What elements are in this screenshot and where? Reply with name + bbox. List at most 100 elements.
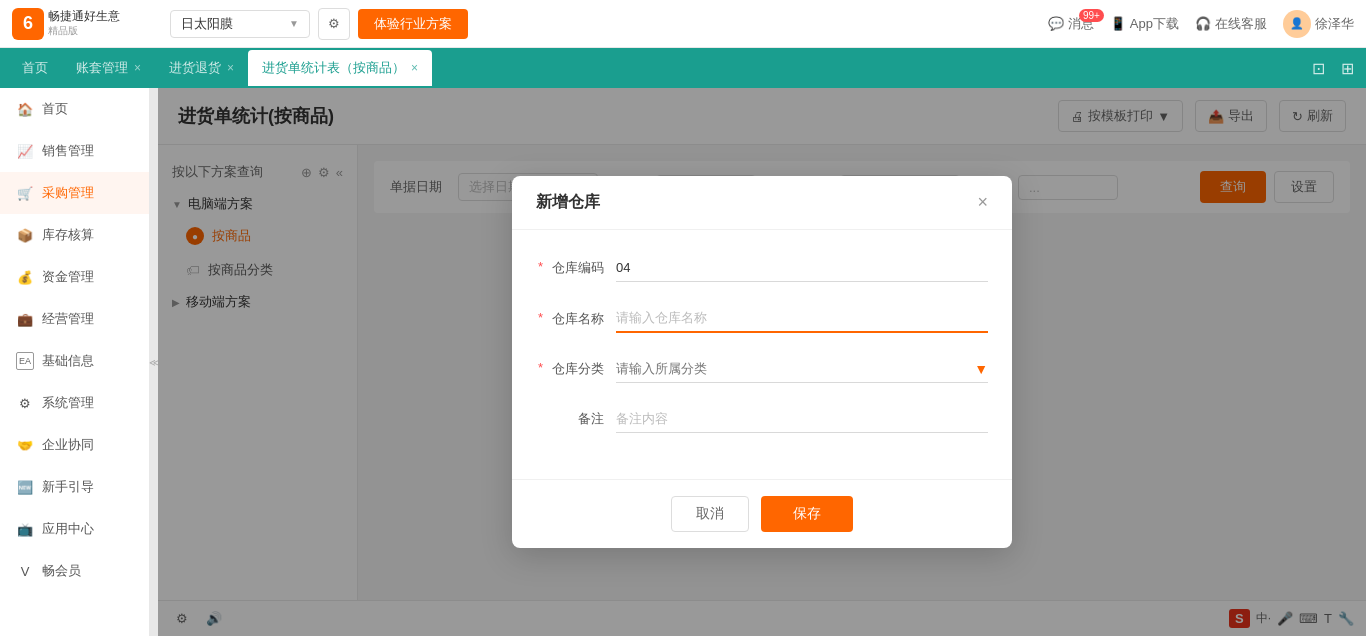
tab-account-close[interactable]: × [134, 61, 141, 75]
sidebar-item-purchase[interactable]: 🛒 采购管理 [0, 172, 149, 214]
guide-icon: 🆕 [16, 478, 34, 496]
form-row-category: 仓库分类 ▼ [536, 355, 988, 383]
tab-home[interactable]: 首页 [8, 50, 62, 86]
sidebar-item-home[interactable]: 🏠 首页 [0, 88, 149, 130]
top-header: 6 畅捷通好生意 精品版 日太阳膜 ▼ ⚙ 体验行业方案 💬 消息 99+ 📱 … [0, 0, 1366, 48]
sidebar: 🏠 首页 📈 销售管理 🛒 采购管理 📦 库存核算 💰 资金管理 💼 经营管理 … [0, 88, 150, 636]
avatar: 👤 [1283, 10, 1311, 38]
modal-title: 新增仓库 [536, 192, 600, 213]
sidebar-item-sales[interactable]: 📈 销售管理 [0, 130, 149, 172]
message-icon: 💬 [1048, 16, 1064, 31]
online-service-button[interactable]: 🎧 在线客服 [1195, 15, 1267, 33]
code-label: 仓库编码 [536, 259, 616, 277]
modal-overlay: 新增仓库 × 仓库编码 仓库名称 仓库分类 [158, 88, 1366, 636]
sidebar-label-inventory: 库存核算 [42, 226, 94, 244]
sidebar-item-guide[interactable]: 🆕 新手引导 [0, 466, 149, 508]
messages-badge: 99+ [1079, 9, 1104, 22]
sidebar-label-basic: 基础信息 [42, 352, 94, 370]
tab-purchase-return[interactable]: 进货退货 × [155, 50, 248, 86]
sidebar-label-guide: 新手引导 [42, 478, 94, 496]
finance-icon: 💰 [16, 268, 34, 286]
user-profile[interactable]: 👤 徐泽华 [1283, 10, 1354, 38]
form-row-name: 仓库名称 [536, 304, 988, 333]
headphone-icon: 🎧 [1195, 16, 1211, 31]
sidebar-label-finance: 资金管理 [42, 268, 94, 286]
settings-button[interactable]: ⚙ [318, 8, 350, 40]
inventory-icon: 📦 [16, 226, 34, 244]
store-name: 日太阳膜 [181, 15, 285, 33]
logo-icon: 6 [12, 8, 44, 40]
user-name: 徐泽华 [1315, 15, 1354, 33]
app-download-button[interactable]: 📱 App下载 [1110, 15, 1179, 33]
category-input[interactable] [616, 355, 974, 382]
basic-icon: EA [16, 352, 34, 370]
collab-icon: 🤝 [16, 436, 34, 454]
sidebar-item-system[interactable]: ⚙ 系统管理 [0, 382, 149, 424]
sidebar-item-inventory[interactable]: 📦 库存核算 [0, 214, 149, 256]
category-label: 仓库分类 [536, 360, 616, 378]
category-dropdown-icon[interactable]: ▼ [974, 361, 988, 377]
add-warehouse-modal: 新增仓库 × 仓库编码 仓库名称 仓库分类 [512, 176, 1012, 548]
modal-close-button[interactable]: × [977, 192, 988, 213]
sidebar-label-system: 系统管理 [42, 394, 94, 412]
main-layout: 🏠 首页 📈 销售管理 🛒 采购管理 📦 库存核算 💰 资金管理 💼 经营管理 … [0, 88, 1366, 636]
logo-area: 6 畅捷通好生意 精品版 [12, 8, 162, 40]
tab-account[interactable]: 账套管理 × [62, 50, 155, 86]
sidebar-label-home: 首页 [42, 100, 68, 118]
store-selector[interactable]: 日太阳膜 ▼ [170, 10, 310, 38]
sidebar-label-business: 经营管理 [42, 310, 94, 328]
name-label: 仓库名称 [536, 310, 616, 328]
sidebar-item-basic[interactable]: EA 基础信息 [0, 340, 149, 382]
code-input[interactable] [616, 254, 988, 282]
form-row-code: 仓库编码 [536, 254, 988, 282]
modal-body: 仓库编码 仓库名称 仓库分类 ▼ [512, 230, 1012, 479]
sidebar-label-sales: 销售管理 [42, 142, 94, 160]
sidebar-label-vip: 畅会员 [42, 562, 81, 580]
sidebar-item-collab[interactable]: 🤝 企业协同 [0, 424, 149, 466]
cancel-button[interactable]: 取消 [671, 496, 749, 532]
logo-title: 畅捷通好生意 [48, 9, 120, 25]
tab-purchase-stat[interactable]: 进货单统计表（按商品） × [248, 50, 432, 86]
chevron-down-icon: ▼ [289, 18, 299, 29]
purchase-icon: 🛒 [16, 184, 34, 202]
sales-icon: 📈 [16, 142, 34, 160]
trial-button[interactable]: 体验行业方案 [358, 9, 468, 39]
tab-bar-right: ⊡ ⊞ [1308, 55, 1358, 82]
form-row-note: 备注 [536, 405, 988, 433]
tab-purchase-return-close[interactable]: × [227, 61, 234, 75]
modal-header: 新增仓库 × [512, 176, 1012, 230]
tab-purchase-return-label: 进货退货 [169, 59, 221, 77]
sidebar-label-collab: 企业协同 [42, 436, 94, 454]
logo-sub: 精品版 [48, 24, 120, 38]
sidebar-label-apps: 应用中心 [42, 520, 94, 538]
app-download-label: App下载 [1130, 15, 1179, 33]
sidebar-item-vip[interactable]: V 畅会员 [0, 550, 149, 592]
tab-account-label: 账套管理 [76, 59, 128, 77]
content-area: 进货单统计(按商品) 🖨 按模板打印 ▼ 📤 导出 ↻ 刷新 [158, 88, 1366, 636]
system-icon: ⚙ [16, 394, 34, 412]
tab-purchase-stat-label: 进货单统计表（按商品） [262, 59, 405, 77]
sidebar-label-purchase: 采购管理 [42, 184, 94, 202]
sidebar-item-business[interactable]: 💼 经营管理 [0, 298, 149, 340]
sidebar-collapse-button[interactable]: ≪ [150, 88, 158, 636]
header-right: 💬 消息 99+ 📱 App下载 🎧 在线客服 👤 徐泽华 [1048, 10, 1354, 38]
save-button[interactable]: 保存 [761, 496, 853, 532]
business-icon: 💼 [16, 310, 34, 328]
sidebar-item-finance[interactable]: 💰 资金管理 [0, 256, 149, 298]
vip-icon: V [16, 562, 34, 580]
tab-restore-button[interactable]: ⊡ [1308, 55, 1329, 82]
tab-expand-button[interactable]: ⊞ [1337, 55, 1358, 82]
tab-purchase-stat-close[interactable]: × [411, 61, 418, 75]
app-download-icon: 📱 [1110, 16, 1126, 31]
sidebar-item-apps[interactable]: 📺 应用中心 [0, 508, 149, 550]
home-icon: 🏠 [16, 100, 34, 118]
category-select[interactable]: ▼ [616, 355, 988, 383]
online-service-label: 在线客服 [1215, 15, 1267, 33]
name-input[interactable] [616, 304, 988, 333]
note-input[interactable] [616, 405, 988, 433]
tab-home-label: 首页 [22, 59, 48, 77]
apps-icon: 📺 [16, 520, 34, 538]
modal-footer: 取消 保存 [512, 479, 1012, 548]
messages-button[interactable]: 💬 消息 99+ [1048, 15, 1094, 33]
note-label: 备注 [536, 410, 616, 428]
